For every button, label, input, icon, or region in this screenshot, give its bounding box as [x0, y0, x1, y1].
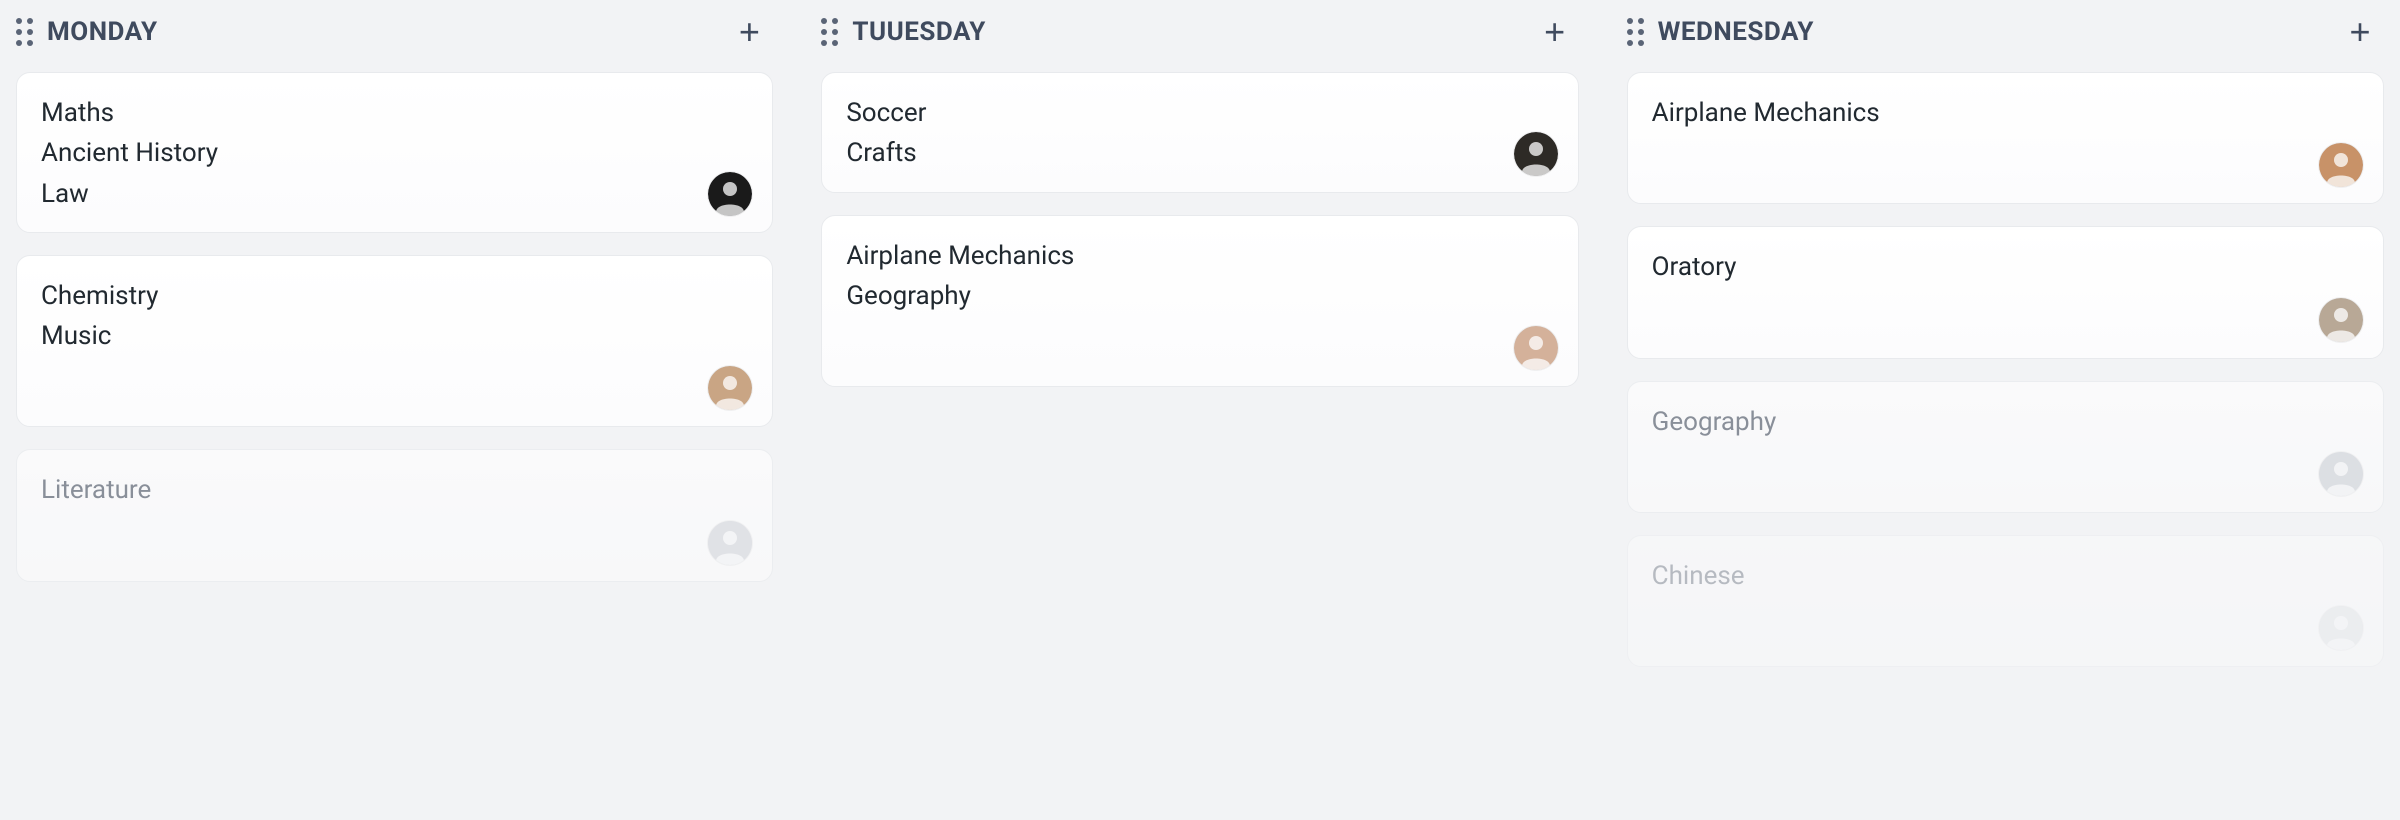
schedule-card[interactable]: Airplane MechanicsGeography	[821, 215, 1578, 388]
card-subject-line: Crafts	[846, 133, 1553, 173]
add-card-button[interactable]: +	[1537, 14, 1573, 50]
add-card-button[interactable]: +	[2342, 14, 2378, 50]
column-title: MONDAY	[47, 17, 158, 47]
schedule-card[interactable]: Geography	[1627, 381, 2384, 513]
schedule-card[interactable]: MathsAncient HistoryLaw	[16, 72, 773, 233]
schedule-card[interactable]: Oratory	[1627, 226, 2384, 358]
day-column: TUUESDAY + SoccerCrafts Airplane Mechani…	[805, 0, 1594, 820]
card-subject-line: Ancient History	[41, 133, 748, 173]
assignee-avatar[interactable]	[708, 366, 752, 410]
assignee-avatar[interactable]	[2319, 143, 2363, 187]
assignee-avatar[interactable]	[708, 521, 752, 565]
card-subject-line: Airplane Mechanics	[1652, 93, 2359, 133]
day-column: WEDNESDAY + Airplane Mechanics Oratory G…	[1611, 0, 2400, 820]
assignee-avatar[interactable]	[1514, 326, 1558, 370]
card-subject-line: Chinese	[1652, 556, 2359, 596]
schedule-card[interactable]: Chinese	[1627, 535, 2384, 667]
column-header-left: WEDNESDAY	[1627, 17, 1814, 47]
cards-list: MathsAncient HistoryLaw ChemistryMusic L…	[0, 64, 789, 590]
card-subject-line: Oratory	[1652, 247, 2359, 287]
drag-handle-icon[interactable]	[821, 18, 838, 46]
assignee-avatar[interactable]	[2319, 452, 2363, 496]
schedule-card[interactable]: Literature	[16, 449, 773, 581]
assignee-avatar[interactable]	[2319, 298, 2363, 342]
card-subject-line: Airplane Mechanics	[846, 236, 1553, 276]
column-header: MONDAY +	[0, 0, 789, 64]
card-subject-line: Law	[41, 174, 748, 214]
drag-handle-icon[interactable]	[1627, 18, 1644, 46]
schedule-card[interactable]: ChemistryMusic	[16, 255, 773, 428]
column-header-left: MONDAY	[16, 17, 158, 47]
schedule-card[interactable]: Airplane Mechanics	[1627, 72, 2384, 204]
card-subject-line: Music	[41, 316, 748, 356]
assignee-avatar[interactable]	[1514, 132, 1558, 176]
cards-list: SoccerCrafts Airplane MechanicsGeography	[805, 64, 1594, 395]
assignee-avatar[interactable]	[708, 172, 752, 216]
card-subject-line: Geography	[846, 276, 1553, 316]
card-subject-line: Geography	[1652, 402, 2359, 442]
assignee-avatar[interactable]	[2319, 606, 2363, 650]
drag-handle-icon[interactable]	[16, 18, 33, 46]
card-subject-line: Chemistry	[41, 276, 748, 316]
column-title: WEDNESDAY	[1658, 17, 1814, 47]
card-subject-line: Literature	[41, 470, 748, 510]
column-title: TUUESDAY	[852, 17, 986, 47]
card-subject-line: Soccer	[846, 93, 1553, 133]
schedule-card[interactable]: SoccerCrafts	[821, 72, 1578, 193]
card-subject-line: Maths	[41, 93, 748, 133]
day-column: MONDAY + MathsAncient HistoryLaw Chemist…	[0, 0, 789, 820]
column-header-left: TUUESDAY	[821, 17, 986, 47]
column-header: WEDNESDAY +	[1611, 0, 2400, 64]
add-card-button[interactable]: +	[731, 14, 767, 50]
cards-list: Airplane Mechanics Oratory Geography Chi…	[1611, 64, 2400, 675]
column-header: TUUESDAY +	[805, 0, 1594, 64]
